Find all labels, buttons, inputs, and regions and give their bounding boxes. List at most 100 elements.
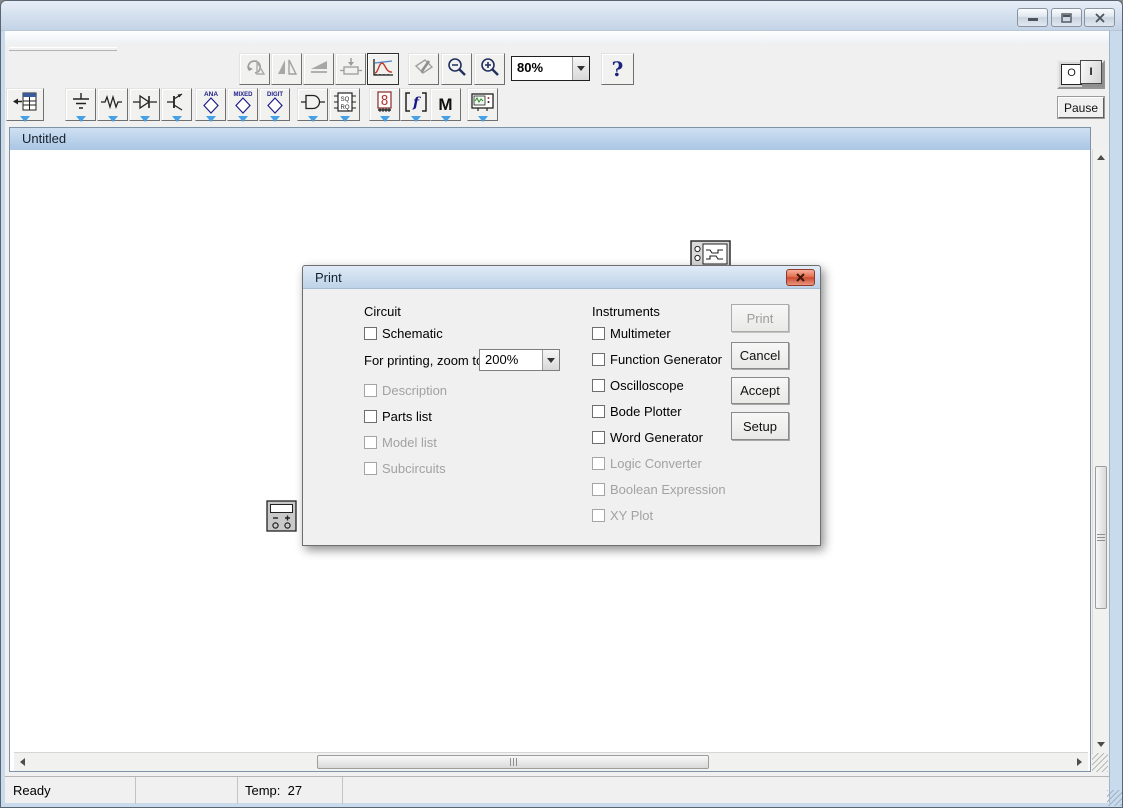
parts-bin-basic-button[interactable] — [97, 88, 128, 121]
arrow-up-icon — [1097, 155, 1105, 160]
print-dialog-close-button[interactable] — [786, 269, 815, 286]
close-button[interactable] — [1084, 8, 1115, 27]
schematic-label: Schematic — [382, 326, 443, 341]
arrow-down-icon — [1097, 742, 1105, 747]
word-generator-row: Word Generator — [592, 430, 703, 444]
circuit-window-titlebar[interactable]: Untitled — [10, 128, 1090, 150]
svg-text:RQ: RQ — [340, 105, 349, 111]
horizontal-scrollbar[interactable] — [14, 752, 1088, 771]
logic-converter-checkbox — [592, 457, 605, 470]
bin-dropdown-arrow — [380, 116, 390, 122]
help-button[interactable]: ? — [601, 53, 634, 85]
parts-bin-sources-button[interactable] — [65, 88, 96, 121]
zoom-prompt-label: For printing, zoom to — [364, 353, 483, 368]
scroll-left-button[interactable] — [14, 753, 31, 771]
toolbar-rebar — [2, 31, 1123, 43]
parts-bin-diodes-button[interactable] — [129, 88, 160, 121]
parts-bin-digital-button[interactable]: SQ RQ — [329, 88, 360, 121]
svg-text:MIXED: MIXED — [233, 92, 253, 98]
parts-list-label: Parts list — [382, 409, 432, 424]
status-temperature: Temp: 27 — [238, 777, 343, 804]
svg-text:DIGIT: DIGIT — [267, 92, 283, 98]
setup-button[interactable]: Setup — [731, 412, 789, 440]
oscilloscope-checkbox[interactable] — [592, 379, 605, 392]
print-dialog-titlebar[interactable]: Print — [303, 266, 820, 289]
vertical-scroll-thumb[interactable] — [1095, 466, 1107, 609]
logic-converter-label: Logic Converter — [610, 456, 702, 471]
sources-icon — [69, 91, 93, 118]
multimeter-checkbox[interactable] — [592, 327, 605, 340]
bin-dropdown-arrow — [172, 116, 182, 122]
zoom-in-icon — [478, 56, 502, 83]
parts-bin-miscellaneous-button[interactable]: M — [430, 88, 461, 121]
view-zoom-combobox[interactable]: 80% — [511, 56, 590, 81]
zoom-out-button[interactable] — [441, 53, 472, 85]
maximize-button[interactable] — [1051, 8, 1082, 27]
window-titlebar[interactable] — [1, 1, 1123, 31]
scroll-up-button[interactable] — [1093, 149, 1108, 166]
schematic-checkbox[interactable] — [364, 327, 377, 340]
help-icon: ? — [612, 57, 624, 81]
subcircuits-row: Subcircuits — [364, 461, 446, 475]
circuit-window-title: Untitled — [22, 131, 66, 146]
parts-bin-controls-button[interactable]: f — [400, 88, 431, 121]
function-generator-checkbox[interactable] — [592, 353, 605, 366]
logic-converter-row: Logic Converter — [592, 456, 702, 470]
xy-plot-checkbox — [592, 509, 605, 522]
transistor-icon — [165, 91, 189, 118]
bin-dropdown-arrow — [206, 116, 216, 122]
instruments-bin-icon — [470, 91, 496, 118]
pause-button[interactable]: Pause — [1058, 97, 1104, 118]
toolbar-grip[interactable] — [9, 47, 117, 51]
power-off-label: O — [1062, 65, 1081, 84]
window-frame-right — [1109, 31, 1123, 803]
restore-icon — [1061, 13, 1072, 23]
multimeter-device[interactable] — [266, 500, 297, 537]
bin-dropdown-arrow — [108, 116, 118, 122]
vertical-scrollbar[interactable] — [1092, 149, 1108, 753]
word-generator-checkbox[interactable] — [592, 431, 605, 444]
parts-bin-indicators-button[interactable]: 8 — [369, 88, 400, 121]
digital-chip-icon: SQ RQ — [331, 90, 359, 119]
bin-dropdown-arrow — [411, 116, 421, 122]
parts-bin-analog-ics-button[interactable]: ANA — [195, 88, 226, 121]
print-zoom-combobox[interactable]: 200% — [479, 349, 560, 371]
parts-bin-favorites-button[interactable] — [6, 88, 44, 121]
parts-bin-digital-ics-button[interactable]: DIGIT — [259, 88, 290, 121]
controls-icon: f — [403, 91, 429, 118]
analysis-graph-icon — [371, 57, 395, 82]
chevron-down-icon — [547, 358, 555, 363]
oscilloscope-row: Oscilloscope — [592, 378, 684, 392]
scroll-down-button[interactable] — [1093, 736, 1108, 753]
minimize-icon — [1027, 13, 1039, 22]
window-resize-grip[interactable] — [1107, 790, 1123, 806]
parts-bin-logic-gates-button[interactable] — [297, 88, 328, 121]
bode-plotter-row: Bode Plotter — [592, 404, 682, 418]
parts-bin-transistors-button[interactable] — [161, 88, 192, 121]
oscilloscope-label: Oscilloscope — [610, 378, 684, 393]
horizontal-scroll-thumb[interactable] — [317, 755, 709, 769]
accept-button[interactable]: Accept — [731, 377, 789, 404]
parts-bin-instruments-button[interactable] — [467, 88, 498, 121]
boolean-expression-checkbox — [592, 483, 605, 496]
xy-plot-row: XY Plot — [592, 508, 653, 522]
bin-dropdown-arrow — [76, 116, 86, 122]
minimize-button[interactable] — [1017, 8, 1048, 27]
power-on-key[interactable]: I — [1080, 60, 1102, 84]
analysis-graph-button[interactable] — [367, 53, 399, 85]
component-properties-button — [408, 53, 439, 85]
parts-bin-mixed-ics-button[interactable]: MIXED — [227, 88, 258, 121]
zoom-in-button[interactable] — [474, 53, 505, 85]
bode-plotter-checkbox[interactable] — [592, 405, 605, 418]
window-frame-left — [1, 31, 5, 803]
cancel-button[interactable]: Cancel — [731, 342, 789, 369]
parts-list-checkbox[interactable] — [364, 410, 377, 423]
power-switch[interactable]: O I — [1057, 60, 1105, 89]
create-subcircuit-button — [335, 53, 366, 85]
thumb-grip — [510, 758, 517, 766]
view-zoom-dropdown-button[interactable] — [572, 57, 589, 80]
rotate-icon — [243, 57, 267, 82]
bin-dropdown-arrow — [270, 116, 280, 122]
print-zoom-dropdown-button[interactable] — [542, 350, 559, 370]
scroll-right-button[interactable] — [1071, 753, 1088, 771]
